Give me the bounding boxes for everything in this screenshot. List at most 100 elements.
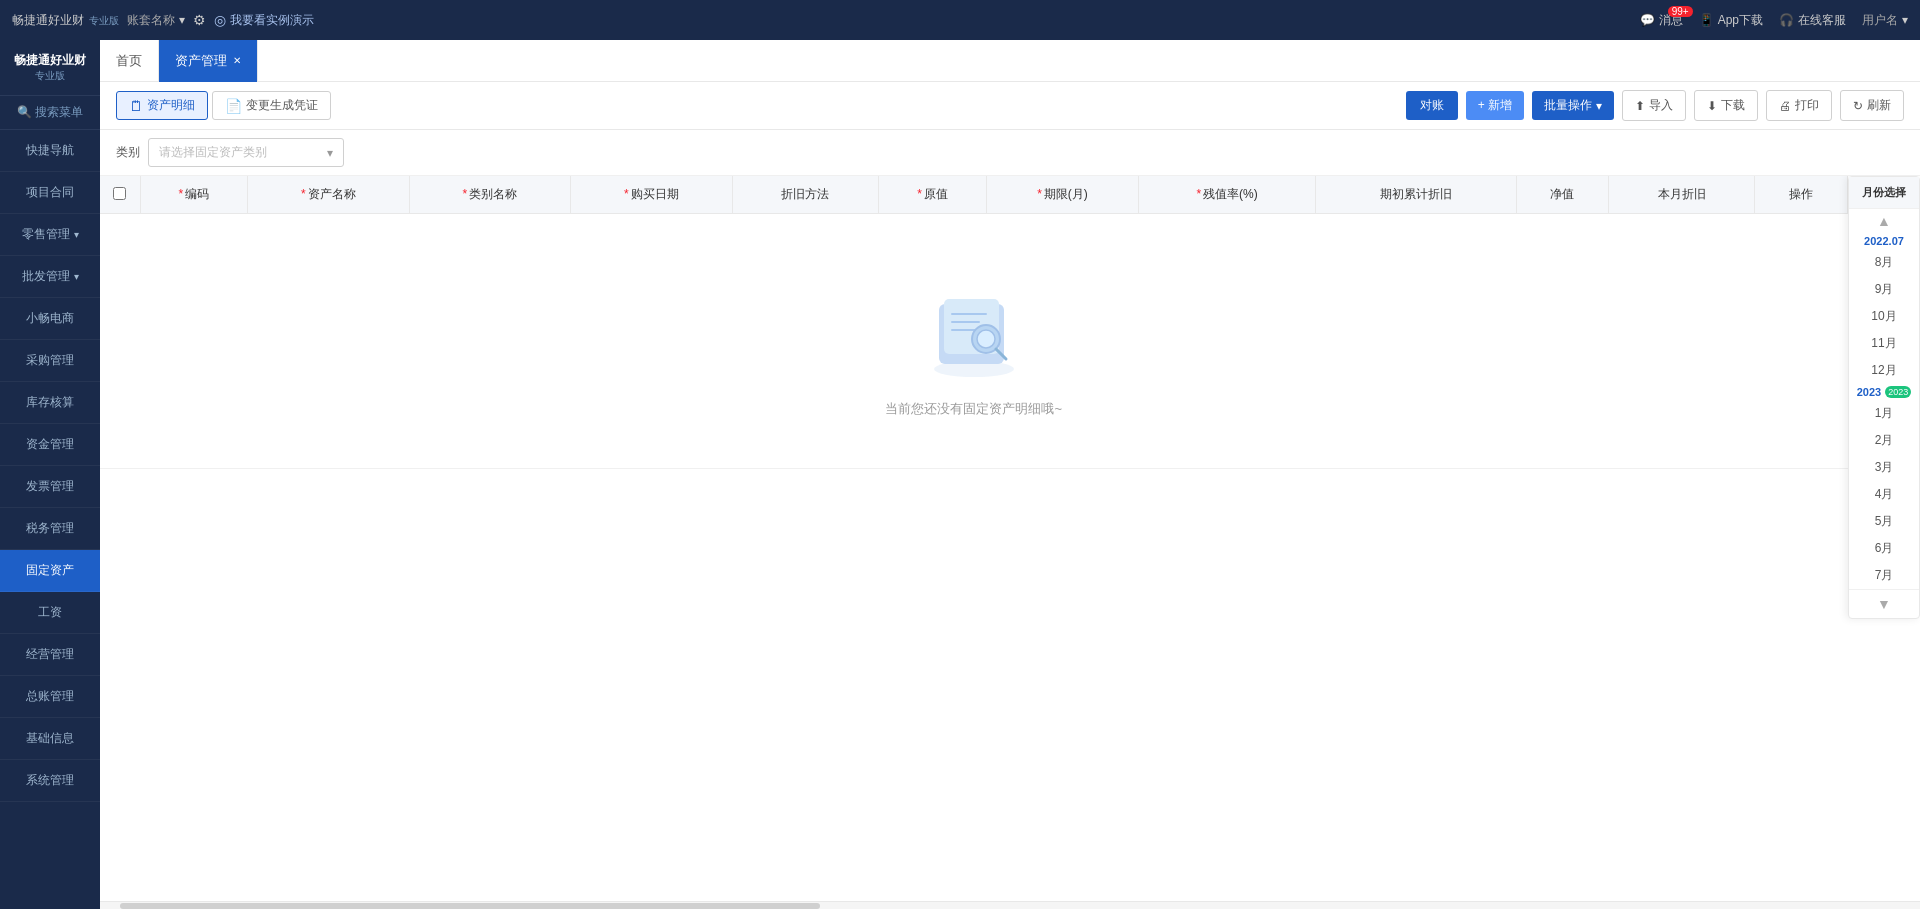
month-list-2023: 1月 2月 3月 4月 5月 6月 7月 xyxy=(1849,400,1919,589)
app-logo: 畅捷通好业财 专业版 xyxy=(12,12,119,29)
app-download-button[interactable]: 📱 App下载 xyxy=(1699,12,1763,29)
online-service-button[interactable]: 🎧 在线客服 xyxy=(1779,12,1846,29)
demo-button[interactable]: ◎ 我要看实例演示 xyxy=(214,12,314,29)
sidebar-item-assets[interactable]: 固定资产 xyxy=(0,550,100,592)
sidebar-arrow-icon: ▾ xyxy=(74,271,79,282)
month-item-2023-6[interactable]: 6月 xyxy=(1849,535,1919,562)
download-button[interactable]: ⬇ 下载 xyxy=(1694,90,1758,121)
message-button[interactable]: 💬 消息 99+ xyxy=(1640,12,1683,29)
current-year-badge: 2023 xyxy=(1885,386,1911,398)
tab-assets[interactable]: 资产管理 ✕ xyxy=(159,40,258,82)
svg-point-7 xyxy=(977,330,995,348)
batch-dropdown-icon: ▾ xyxy=(1596,99,1602,113)
month-item-2023-5[interactable]: 5月 xyxy=(1849,508,1919,535)
sidebar-item-retail[interactable]: 零售管理▾ xyxy=(0,214,100,256)
col-accumulated: 期初累计折旧 xyxy=(1315,176,1516,214)
month-panel-header: 月份选择 xyxy=(1849,177,1919,209)
sidebar-item-invoice[interactable]: 发票管理 xyxy=(0,466,100,508)
select-arrow-icon: ▾ xyxy=(327,146,333,160)
month-item-2023-2[interactable]: 2月 xyxy=(1849,427,1919,454)
month-nav-down[interactable]: ▼ xyxy=(1869,594,1899,614)
col-purchase-date: *购买日期 xyxy=(571,176,733,214)
col-original-value: *原值 xyxy=(879,176,986,214)
col-code: *编码 xyxy=(140,176,247,214)
main-layout: 畅捷通好业财 专业版 🔍 搜索菜单 快捷导航 项目合同零售管理▾批发管理▾小畅电… xyxy=(0,40,1920,909)
month-list-2022: 8月 9月 10月 11月 12月 xyxy=(1849,249,1919,384)
month-item-12[interactable]: 12月 xyxy=(1849,357,1919,384)
table-wrapper: *编码 *资产名称 *类别名称 *购买日期 折旧方法 *原值 *期限(月) *残… xyxy=(100,176,1920,901)
add-button[interactable]: + 新增 xyxy=(1466,91,1524,120)
print-button[interactable]: 🖨 打印 xyxy=(1766,90,1832,121)
refresh-button[interactable]: ↻ 刷新 xyxy=(1840,90,1904,121)
sidebar-item-salary[interactable]: 工资 xyxy=(0,592,100,634)
sub-tabs-right: 对账 + 新增 批量操作 ▾ ⬆ 导入 ⬇ 下载 🖨 xyxy=(1406,90,1904,121)
col-monthly: 本月折旧 xyxy=(1608,176,1755,214)
download-icon: ⬇ xyxy=(1707,99,1717,113)
bottom-scrollbar[interactable] xyxy=(100,901,1920,909)
inner-content: 🗒 资产明细 📄 变更生成凭证 对账 + 新增 批量操作 ▾ xyxy=(100,82,1920,909)
scrollbar-thumb[interactable] xyxy=(120,903,820,909)
tab-bar: 首页 资产管理 ✕ xyxy=(100,40,1920,82)
filter-bar: 类别 请选择固定资产类别 ▾ xyxy=(100,130,1920,176)
content-area: 首页 资产管理 ✕ 🗒 资产明细 📄 变更生成凭证 xyxy=(100,40,1920,909)
user-menu[interactable]: 用户名 ▾ xyxy=(1862,12,1908,29)
empty-state: 当前您还没有固定资产明细哦~ xyxy=(108,224,1840,458)
category-select[interactable]: 请选择固定资产类别 ▾ xyxy=(148,138,344,167)
settings-button[interactable]: ⚙ xyxy=(193,12,206,28)
month-item-11[interactable]: 11月 xyxy=(1849,330,1919,357)
year-2023-label: 2023 xyxy=(1857,386,1881,398)
import-button[interactable]: ⬆ 导入 xyxy=(1622,90,1686,121)
dropdown-arrow-icon: ▾ xyxy=(179,13,185,27)
sidebar-item-purchase[interactable]: 采购管理 xyxy=(0,340,100,382)
top-bar-right: 💬 消息 99+ 📱 App下载 🎧 在线客服 用户名 ▾ xyxy=(1640,12,1908,29)
reconcile-button[interactable]: 对账 xyxy=(1406,91,1458,120)
batch-button[interactable]: 批量操作 ▾ xyxy=(1532,91,1614,120)
empty-text: 当前您还没有固定资产明细哦~ xyxy=(885,400,1062,418)
select-all-checkbox[interactable] xyxy=(113,187,126,200)
month-panel-year-2022: 2022.07 xyxy=(1849,233,1919,249)
sidebar-item-inventory[interactable]: 库存核算 xyxy=(0,382,100,424)
category-filter-label: 类别 xyxy=(116,144,140,161)
tab-close-icon[interactable]: ✕ xyxy=(233,55,241,66)
col-name: *资产名称 xyxy=(247,176,409,214)
month-item-8[interactable]: 8月 xyxy=(1849,249,1919,276)
month-panel-footer: ▼ xyxy=(1849,589,1919,618)
sidebar-item-basic[interactable]: 基础信息 xyxy=(0,718,100,760)
search-menu-button[interactable]: 🔍 搜索菜单 xyxy=(0,96,100,130)
print-icon: 🖨 xyxy=(1779,99,1791,113)
month-item-9[interactable]: 9月 xyxy=(1849,276,1919,303)
month-item-2023-7[interactable]: 7月 xyxy=(1849,562,1919,589)
assets-table: *编码 *资产名称 *类别名称 *购买日期 折旧方法 *原值 *期限(月) *残… xyxy=(100,176,1848,469)
month-nav-up[interactable]: ▲ xyxy=(1869,211,1899,231)
month-item-2023-4[interactable]: 4月 xyxy=(1849,481,1919,508)
sidebar-item-wholesale[interactable]: 批发管理▾ xyxy=(0,256,100,298)
account-selector[interactable]: 账套名称 ▾ xyxy=(127,12,185,29)
sidebar-item-ecommerce[interactable]: 小畅电商 xyxy=(0,298,100,340)
subtab-voucher[interactable]: 📄 变更生成凭证 xyxy=(212,91,331,120)
sidebar-item-project[interactable]: 项目合同 xyxy=(0,172,100,214)
message-count-badge: 99+ xyxy=(1668,6,1693,17)
col-period: *期限(月) xyxy=(986,176,1139,214)
month-item-2023-3[interactable]: 3月 xyxy=(1849,454,1919,481)
table-container[interactable]: *编码 *资产名称 *类别名称 *购买日期 折旧方法 *原值 *期限(月) *残… xyxy=(100,176,1920,901)
col-net-value: 净值 xyxy=(1516,176,1608,214)
top-bar: 畅捷通好业财 专业版 账套名称 ▾ ⚙ ◎ 我要看实例演示 💬 消息 99+ 📱… xyxy=(0,0,1920,40)
sidebar-item-finance[interactable]: 资金管理 xyxy=(0,424,100,466)
sidebar-item-tax[interactable]: 税务管理 xyxy=(0,508,100,550)
sub-tabs-bar: 🗒 资产明细 📄 变更生成凭证 对账 + 新增 批量操作 ▾ xyxy=(100,82,1920,130)
sidebar-item-system[interactable]: 系统管理 xyxy=(0,760,100,802)
empty-illustration xyxy=(914,284,1034,384)
year-2023-row: 2023 2023 xyxy=(1849,384,1919,400)
import-icon: ⬆ xyxy=(1635,99,1645,113)
sidebar-nav: 项目合同零售管理▾批发管理▾小畅电商采购管理库存核算资金管理发票管理税务管理固定… xyxy=(0,172,100,802)
month-item-2023-1[interactable]: 1月 xyxy=(1849,400,1919,427)
sidebar-item-quicknav[interactable]: 快捷导航 xyxy=(0,130,100,172)
month-item-10[interactable]: 10月 xyxy=(1849,303,1919,330)
col-residual-rate: *残值率(%) xyxy=(1139,176,1316,214)
sidebar: 畅捷通好业财 专业版 🔍 搜索菜单 快捷导航 项目合同零售管理▾批发管理▾小畅电… xyxy=(0,40,100,909)
sidebar-item-management[interactable]: 经营管理 xyxy=(0,634,100,676)
sidebar-item-ledger[interactable]: 总账管理 xyxy=(0,676,100,718)
sidebar-arrow-icon: ▾ xyxy=(74,229,79,240)
subtab-asset-detail[interactable]: 🗒 资产明细 xyxy=(116,91,208,120)
tab-home[interactable]: 首页 xyxy=(100,40,159,82)
